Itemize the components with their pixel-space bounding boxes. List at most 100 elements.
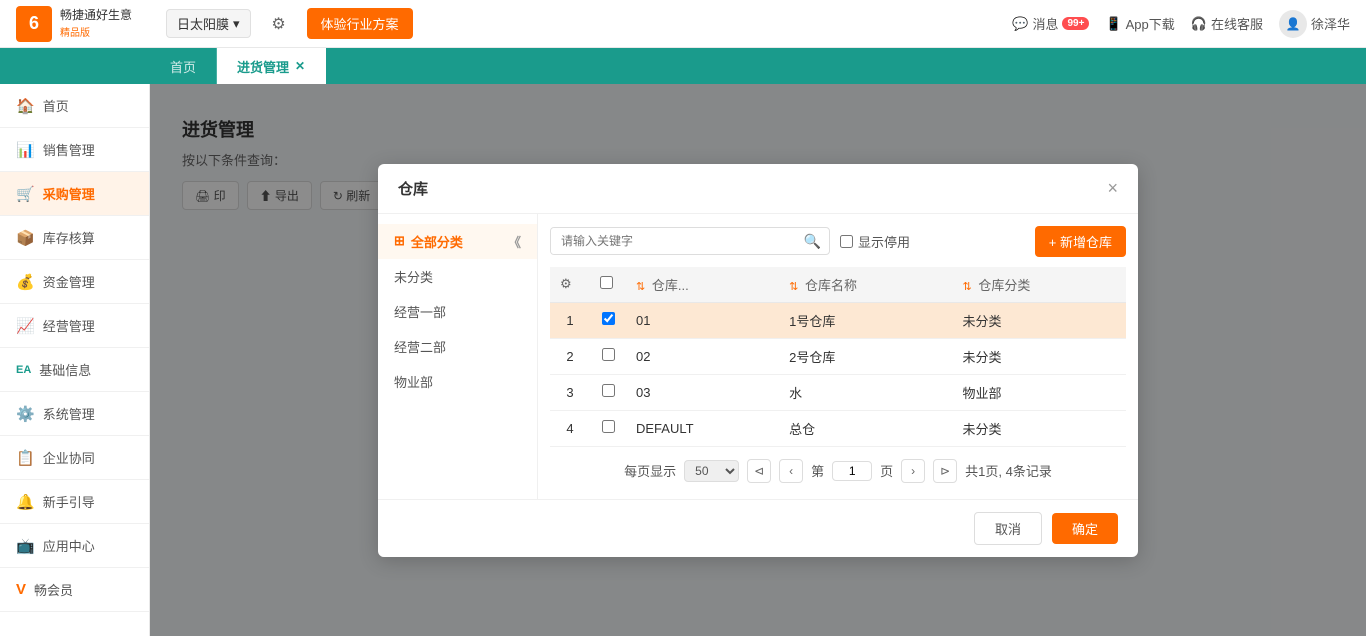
modal-close-button[interactable]: × xyxy=(1107,179,1118,197)
prev-page-btn[interactable]: ‹ xyxy=(779,459,803,483)
message-button[interactable]: 💬 消息 99+ xyxy=(1012,14,1089,33)
category-item-unclassified[interactable]: 未分类 xyxy=(378,259,537,294)
content-area: 进货管理 按以下条件查询： 🖨 印 ⬆ 导出 ↻ 刷新 查询 设置 仓库 × xyxy=(150,84,1366,636)
purchase-icon: 🛒 xyxy=(16,185,35,203)
row-check[interactable] xyxy=(590,338,626,374)
row-category: 物业部 xyxy=(953,374,1126,410)
inventory-icon: 📦 xyxy=(16,229,35,247)
warehouse-modal: 仓库 × ⊞ 全部分类 《 未分类 xyxy=(378,164,1138,557)
table-header-row: ⚙ ⇅ 仓库... xyxy=(550,267,1126,303)
row-index: 3 xyxy=(550,374,590,410)
row-name: 水 xyxy=(779,374,952,410)
row-category: 未分类 xyxy=(953,410,1126,446)
th-name: ⇅ 仓库名称 xyxy=(779,267,952,303)
total-info: 共1页, 4条记录 xyxy=(965,461,1052,480)
sidebar-item-finance[interactable]: 💰 资金管理 xyxy=(0,260,149,304)
category-all[interactable]: ⊞ 全部分类 《 xyxy=(378,224,537,259)
category-item-dept2[interactable]: 经营二部 xyxy=(378,329,537,364)
row-name: 1号仓库 xyxy=(779,302,952,338)
th-category: ⇅ 仓库分类 xyxy=(953,267,1126,303)
sales-icon: 📊 xyxy=(16,141,35,159)
nav-tab-home[interactable]: 首页 xyxy=(150,48,217,84)
user-menu[interactable]: 👤 徐泽华 xyxy=(1279,10,1350,38)
row-code: 03 xyxy=(626,374,779,410)
sort-icon-category: ⇅ xyxy=(963,281,972,293)
nav-tab-purchase[interactable]: 进货管理 ✕ xyxy=(217,48,326,84)
table-toolbar: 🔍 显示停用 + 新增仓库 xyxy=(550,226,1126,257)
tab-close-icon[interactable]: ✕ xyxy=(295,59,305,73)
modal-footer: 取消 确定 xyxy=(378,499,1138,557)
category-item-dept1[interactable]: 经营一部 xyxy=(378,294,537,329)
row-index: 4 xyxy=(550,410,590,446)
last-page-btn[interactable]: ⊳ xyxy=(933,459,957,483)
collapse-icon[interactable]: 《 xyxy=(508,232,521,251)
sidebar-item-management[interactable]: 📈 经营管理 xyxy=(0,304,149,348)
enterprise-icon: 📋 xyxy=(16,449,35,467)
row-code: DEFAULT xyxy=(626,410,779,446)
modal-body: ⊞ 全部分类 《 未分类 经营一部 经营二部 xyxy=(378,214,1138,499)
sort-icon-code: ⇅ xyxy=(636,281,645,293)
table-container: ⚙ ⇅ 仓库... xyxy=(550,267,1126,447)
grid-icon: ⊞ xyxy=(394,233,405,249)
message-badge: 99+ xyxy=(1062,17,1089,30)
page-size-select[interactable]: 50 100 xyxy=(684,460,739,482)
row-check[interactable] xyxy=(590,374,626,410)
th-code: ⇅ 仓库... xyxy=(626,267,779,303)
search-box: 🔍 xyxy=(550,227,830,255)
settings-icon[interactable]: ⚙ xyxy=(263,8,295,40)
cancel-button[interactable]: 取消 xyxy=(974,512,1042,545)
th-gear: ⚙ xyxy=(550,267,590,303)
trial-button[interactable]: 体验行业方案 xyxy=(307,8,413,39)
sidebar-item-inventory[interactable]: 📦 库存核算 xyxy=(0,216,149,260)
sidebar-item-home[interactable]: 🏠 首页 xyxy=(0,84,149,128)
chevron-down-icon: ▾ xyxy=(233,16,240,32)
sort-icon-name: ⇅ xyxy=(789,281,798,293)
logo-icon: 6 xyxy=(16,6,52,42)
gear-icon[interactable]: ⚙ xyxy=(560,276,572,291)
finance-icon: 💰 xyxy=(16,273,35,291)
sidebar-item-sales[interactable]: 📊 销售管理 xyxy=(0,128,149,172)
th-check xyxy=(590,267,626,303)
online-service-button[interactable]: 🎧 在线客服 xyxy=(1191,14,1263,33)
logo-area: 6 畅捷通好生意 精品版 xyxy=(16,6,166,42)
add-warehouse-button[interactable]: + 新增仓库 xyxy=(1035,226,1126,257)
table-row[interactable]: 2 02 2号仓库 未分类 xyxy=(550,338,1126,374)
management-icon: 📈 xyxy=(16,317,35,335)
row-code: 02 xyxy=(626,338,779,374)
first-page-btn[interactable]: ⊲ xyxy=(747,459,771,483)
search-icon[interactable]: 🔍 xyxy=(796,233,829,250)
table-row[interactable]: 1 01 1号仓库 未分类 xyxy=(550,302,1126,338)
sidebar-item-system[interactable]: ⚙️ 系统管理 xyxy=(0,392,149,436)
confirm-button[interactable]: 确定 xyxy=(1052,513,1118,544)
row-category: 未分类 xyxy=(953,338,1126,374)
sidebar-item-basic-info[interactable]: EA 基础信息 xyxy=(0,348,149,392)
sidebar-item-enterprise[interactable]: 📋 企业协同 xyxy=(0,436,149,480)
show-disabled-check[interactable] xyxy=(840,235,853,248)
next-page-btn[interactable]: › xyxy=(901,459,925,483)
search-input[interactable] xyxy=(551,228,796,254)
sidebar-item-guide[interactable]: 🔔 新手引导 xyxy=(0,480,149,524)
show-disabled-checkbox[interactable]: 显示停用 xyxy=(840,232,910,251)
app-download-button[interactable]: 📱 App下载 xyxy=(1105,14,1174,33)
row-index: 1 xyxy=(550,302,590,338)
row-category: 未分类 xyxy=(953,302,1126,338)
table-body: 1 01 1号仓库 未分类 2 02 xyxy=(550,302,1126,446)
category-item-property[interactable]: 物业部 xyxy=(378,364,537,399)
row-check[interactable] xyxy=(590,410,626,446)
table-head: ⚙ ⇅ 仓库... xyxy=(550,267,1126,303)
sidebar-item-purchase[interactable]: 🛒 采购管理 xyxy=(0,172,149,216)
table-row[interactable]: 3 03 水 物业部 xyxy=(550,374,1126,410)
row-name: 总仓 xyxy=(779,410,952,446)
modal-header: 仓库 × xyxy=(378,164,1138,214)
home-icon: 🏠 xyxy=(16,97,35,115)
company-selector[interactable]: 日太阳膜 ▾ xyxy=(166,9,251,38)
sidebar-item-vip[interactable]: V 畅会员 xyxy=(0,568,149,612)
mobile-icon: 📱 xyxy=(1105,16,1121,32)
headset-icon: 🎧 xyxy=(1191,16,1207,32)
page-number-input[interactable] xyxy=(832,461,872,481)
row-check[interactable] xyxy=(590,302,626,338)
select-all-checkbox[interactable] xyxy=(600,276,613,289)
table-row[interactable]: 4 DEFAULT 总仓 未分类 xyxy=(550,410,1126,446)
row-code: 01 xyxy=(626,302,779,338)
sidebar-item-apps[interactable]: 📺 应用中心 xyxy=(0,524,149,568)
